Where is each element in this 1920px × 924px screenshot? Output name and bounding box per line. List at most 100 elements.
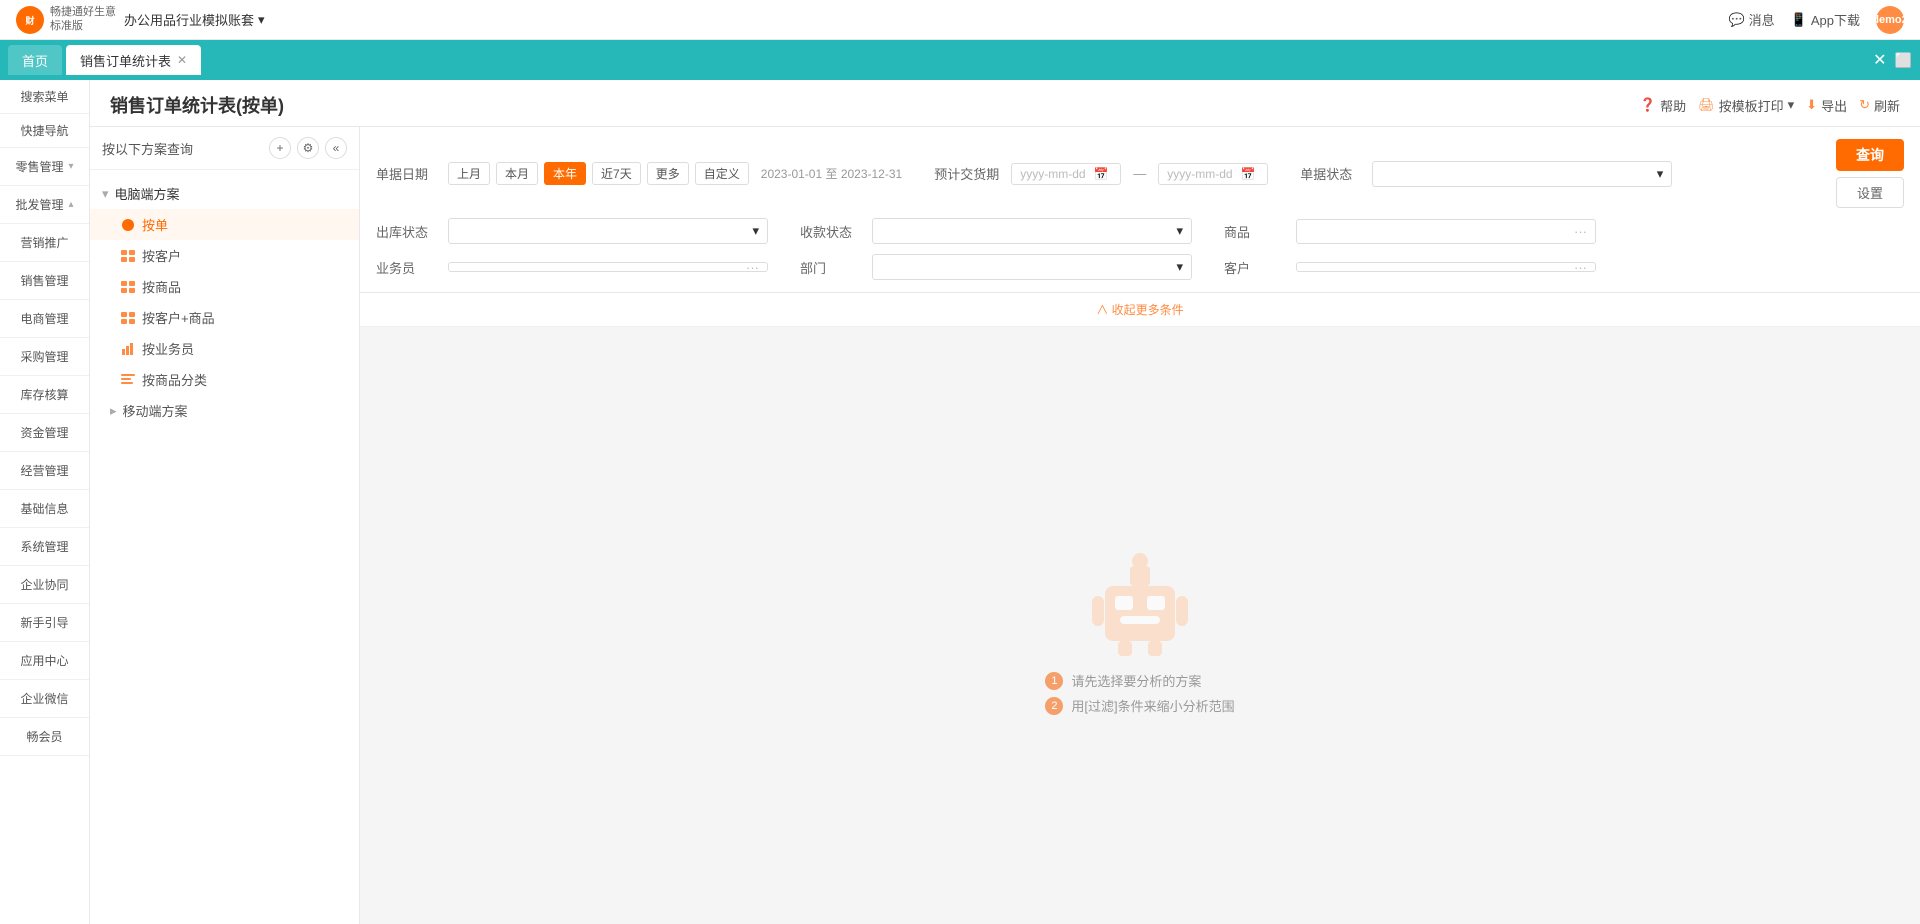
shipping-status-select[interactable]	[448, 218, 768, 244]
main-layout: 搜索菜单 快捷导航 零售管理 批发管理 ▴ 营销推广 销售管理 电商管理 采购管…	[0, 80, 1920, 924]
sidebar-item-ecommerce[interactable]: 电商管理	[0, 300, 89, 338]
plan-item-by-salesperson[interactable]: 按业务员	[90, 333, 359, 364]
sidebar-item-enterprise-wechat[interactable]: 企业微信	[0, 680, 89, 718]
sidebar-item-search[interactable]: 搜索菜单	[0, 80, 89, 114]
sidebar-item-inventory[interactable]: 库存核算	[0, 376, 89, 414]
date-btn-more[interactable]: 更多	[647, 162, 689, 185]
sidebar: 搜索菜单 快捷导航 零售管理 批发管理 ▴ 营销推广 销售管理 电商管理 采购管…	[0, 80, 90, 924]
window-maximize-btn[interactable]: ⬜	[1895, 52, 1912, 69]
calendar-icon: 📅	[1094, 167, 1109, 181]
sidebar-item-operations[interactable]: 经营管理	[0, 452, 89, 490]
pc-plans-header[interactable]: ▾ 电脑端方案	[90, 178, 359, 209]
mobile-plans-group: ▸ 移动端方案	[90, 395, 359, 426]
single-date-label: 单据日期	[376, 164, 436, 183]
sidebar-item-enterprise[interactable]: 企业协同	[0, 566, 89, 604]
top-header: 财 畅捷通好生意 标准版 办公用品行业模拟账套 💬 消息 📱 App下载 dem…	[0, 0, 1920, 40]
page-title: 销售订单统计表(按单)	[110, 92, 284, 118]
print-chevron-icon	[1788, 97, 1795, 113]
tab-bar-actions: ✕ ⬜	[1873, 50, 1912, 70]
single-status-chevron-icon	[1657, 166, 1664, 182]
sidebar-item-newbie[interactable]: 新手引导	[0, 604, 89, 642]
plan-item-by-goods[interactable]: 按商品	[90, 271, 359, 302]
logo-area: 财 畅捷通好生意 标准版	[16, 6, 116, 34]
tab-home[interactable]: 首页	[8, 45, 62, 75]
mobile-plans-chevron-icon: ▸	[110, 403, 117, 419]
export-icon: ⬇	[1806, 97, 1817, 113]
template-print-btn[interactable]: 🖨 按模板打印	[1698, 96, 1794, 115]
sidebar-item-system[interactable]: 系统管理	[0, 528, 89, 566]
window-minimize-btn[interactable]: ✕	[1873, 50, 1886, 70]
sidebar-item-retail[interactable]: 零售管理	[0, 148, 89, 186]
tab-bar: 首页 销售订单统计表 ✕ ✕ ⬜	[0, 40, 1920, 80]
header-left: 财 畅捷通好生意 标准版 办公用品行业模拟账套	[16, 6, 265, 34]
filter-row-3: 业务员 ··· 部门 客户 ···	[376, 254, 1904, 280]
account-selector-chevron	[258, 12, 265, 28]
wholesale-expand-icon: ▴	[68, 199, 73, 210]
date-separator: —	[1133, 166, 1146, 181]
salesperson-input[interactable]: ···	[448, 262, 768, 272]
expected-delivery-end-input[interactable]: yyyy-mm-dd 📅	[1158, 163, 1268, 185]
department-label: 部门	[800, 258, 860, 277]
data-area: 1 请先选择要分析的方案 2 用[过滤]条件来缩小分析范围	[360, 327, 1920, 924]
by-goods-icon	[120, 279, 136, 295]
plan-item-by-order[interactable]: 按单	[90, 209, 359, 240]
settings-btn[interactable]: 设置	[1836, 177, 1904, 208]
query-btn[interactable]: 查询	[1836, 139, 1904, 171]
sidebar-item-basic-info[interactable]: 基础信息	[0, 490, 89, 528]
department-select[interactable]	[872, 254, 1192, 280]
by-customer-goods-icon	[120, 310, 136, 326]
mobile-plans-header[interactable]: ▸ 移动端方案	[90, 395, 359, 426]
customer-input[interactable]: ···	[1296, 262, 1596, 272]
plan-item-by-customer-goods[interactable]: 按客户+商品	[90, 302, 359, 333]
date-btn-last-7-days[interactable]: 近7天	[592, 162, 641, 185]
refresh-icon: ↻	[1859, 97, 1870, 113]
date-range-text: 2023-01-01 至 2023-12-31	[761, 165, 902, 182]
header-right: 💬 消息 📱 App下载 demo2	[1728, 6, 1904, 34]
sidebar-item-wholesale[interactable]: 批发管理 ▴	[0, 186, 89, 224]
plan-tree: ▾ 电脑端方案 按单	[90, 170, 359, 434]
collapse-more-conditions-btn[interactable]: ∧ 收起更多条件	[360, 293, 1920, 327]
plan-item-by-goods-category[interactable]: 按商品分类	[90, 364, 359, 395]
sidebar-item-quicknav[interactable]: 快捷导航	[0, 114, 89, 148]
sidebar-item-purchase[interactable]: 采购管理	[0, 338, 89, 376]
date-btn-this-year[interactable]: 本年	[544, 162, 586, 185]
settings-plan-btn[interactable]: ⚙	[297, 137, 319, 159]
date-btn-custom[interactable]: 自定义	[695, 162, 749, 185]
left-panel: 按以下方案查询 + ⚙ « ▾ 电	[90, 127, 360, 924]
expected-delivery-start-input[interactable]: yyyy-mm-dd 📅	[1011, 163, 1121, 185]
sidebar-item-marketing[interactable]: 营销推广	[0, 224, 89, 262]
message-btn[interactable]: 💬 消息	[1728, 10, 1774, 29]
calendar2-icon: 📅	[1241, 167, 1256, 181]
refresh-btn[interactable]: ↻ 刷新	[1859, 96, 1900, 115]
account-selector[interactable]: 办公用品行业模拟账套	[124, 10, 265, 29]
sidebar-item-sales[interactable]: 销售管理	[0, 262, 89, 300]
plan-item-by-customer[interactable]: 按客户	[90, 240, 359, 271]
logo-icon: 财	[16, 6, 44, 34]
date-btn-this-month[interactable]: 本月	[496, 162, 538, 185]
goods-input[interactable]: ···	[1296, 219, 1596, 244]
right-panel: 单据日期 上月 本月 本年 近7天 更多 自定义 2023-01-01 至 20…	[360, 127, 1920, 924]
pc-plans-group: ▾ 电脑端方案 按单	[90, 178, 359, 395]
help-btn[interactable]: ❓ 帮助	[1640, 96, 1686, 115]
date-btn-last-month[interactable]: 上月	[448, 162, 490, 185]
left-panel-header: 按以下方案查询 + ⚙ «	[90, 127, 359, 170]
sidebar-item-membership[interactable]: 畅会员	[0, 718, 89, 756]
payment-status-select[interactable]	[872, 218, 1192, 244]
add-plan-btn[interactable]: +	[269, 137, 291, 159]
tab-close-icon[interactable]: ✕	[177, 53, 187, 67]
single-status-select[interactable]	[1372, 161, 1672, 187]
empty-tip-1: 1 请先选择要分析的方案	[1045, 671, 1234, 690]
workspace: 按以下方案查询 + ⚙ « ▾ 电	[90, 127, 1920, 924]
content-area: 销售订单统计表(按单) ❓ 帮助 🖨 按模板打印 ⬇ 导出 ↻ 刷新	[90, 80, 1920, 924]
sidebar-item-finance[interactable]: 资金管理	[0, 414, 89, 452]
export-btn[interactable]: ⬇ 导出	[1806, 96, 1847, 115]
sidebar-item-app-center[interactable]: 应用中心	[0, 642, 89, 680]
collapse-panel-btn[interactable]: «	[325, 137, 347, 159]
tip-num-2: 2	[1045, 697, 1063, 715]
payment-status-label: 收款状态	[800, 222, 860, 241]
date-filter: 上月 本月 本年 近7天 更多 自定义	[448, 162, 749, 185]
filter-area: 单据日期 上月 本月 本年 近7天 更多 自定义 2023-01-01 至 20…	[360, 127, 1920, 293]
app-download-btn[interactable]: 📱 App下载	[1791, 10, 1860, 29]
tab-sales-order-stats[interactable]: 销售订单统计表 ✕	[66, 45, 201, 75]
avatar[interactable]: demo2	[1876, 6, 1904, 34]
